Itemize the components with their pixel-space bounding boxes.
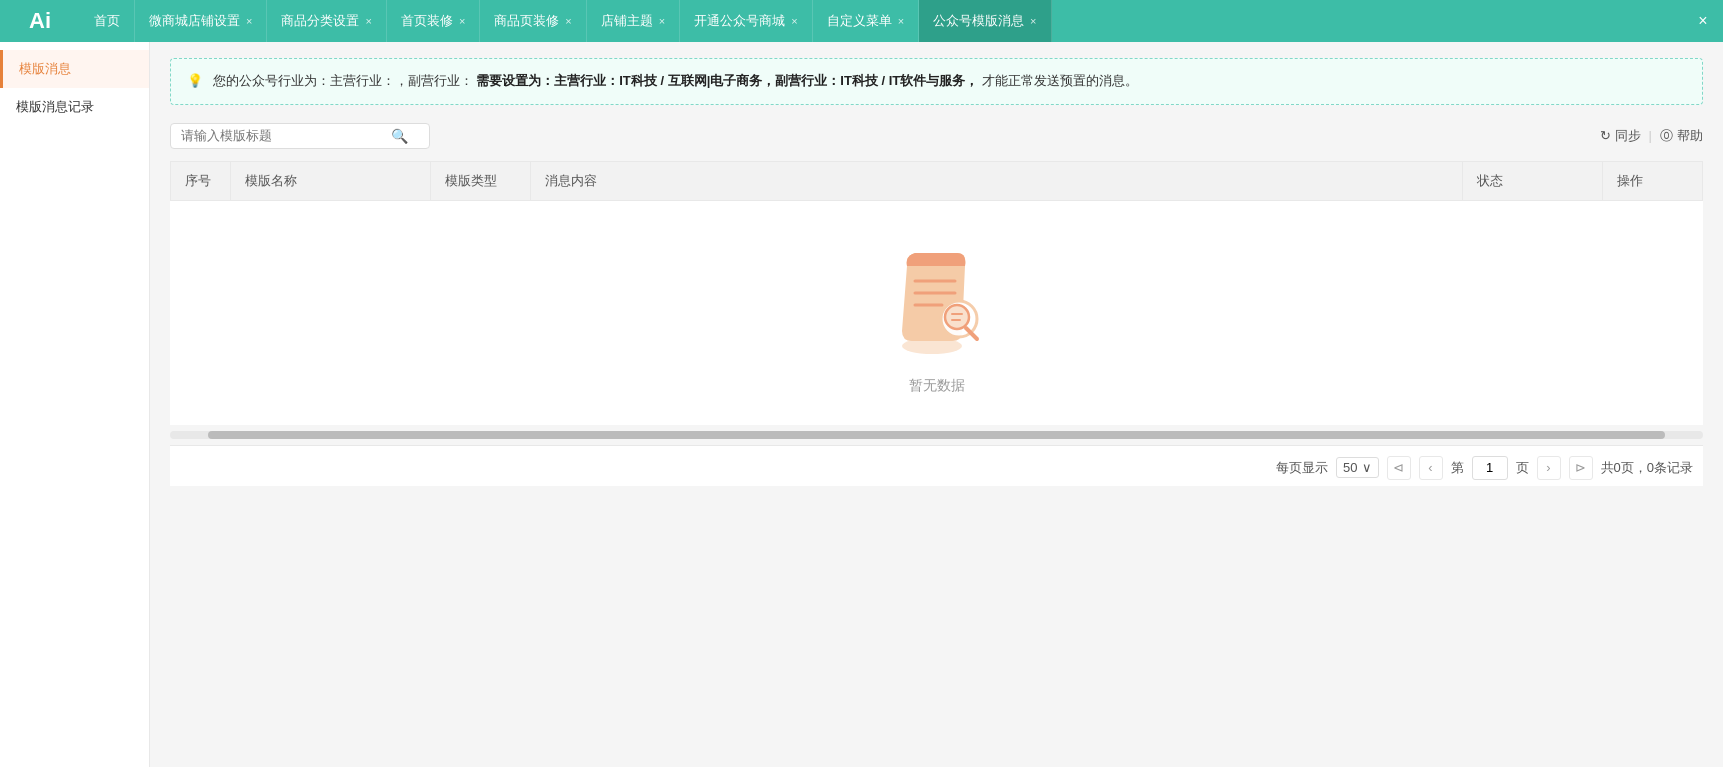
prev-page-button[interactable]: ‹ [1419,456,1443,480]
scrollbar-thumb [208,431,1664,439]
col-header-seq: 序号 [171,161,231,200]
notice-suffix: 才能正常发送预置的消息。 [982,73,1138,88]
last-page-button[interactable]: ⊳ [1569,456,1593,480]
per-page-value: 50 [1343,460,1357,475]
nav-tab-template-msg[interactable]: 公众号模版消息× [919,0,1051,42]
nav-tab-micro-shop[interactable]: 微商城店铺设置× [135,0,267,42]
page-suffix: 页 [1516,459,1529,477]
per-page-label: 每页显示 [1276,459,1328,477]
sidebar-item-template-msg-log[interactable]: 模版消息记录 [0,88,149,126]
search-input[interactable] [181,128,391,143]
main-content: 💡 您的公众号行业为：主营行业：，副营行业： 需要设置为：主营行业：IT科技 /… [150,42,1723,767]
data-table: 序号模版名称模版类型消息内容状态操作 [170,161,1703,201]
empty-icon [877,241,997,361]
toolbar-right: ↻ 同步 | ⓪ 帮助 [1600,127,1703,145]
sync-label: 同步 [1615,127,1641,145]
close-tab-micro-shop[interactable]: × [246,15,252,27]
col-header-action: 操作 [1603,161,1703,200]
table-header-row: 序号模版名称模版类型消息内容状态操作 [171,161,1703,200]
svg-point-5 [945,305,969,329]
pagination: 每页显示 50 ∨ ⊲ ‹ 第 页 › ⊳ 共0页，0条记录 [170,445,1703,486]
page-number-input[interactable] [1472,456,1508,480]
chevron-down-icon: ∨ [1362,460,1372,475]
global-close-button[interactable]: × [1683,0,1723,42]
page-label: 第 [1451,459,1464,477]
close-tab-custom-menu[interactable]: × [898,15,904,27]
col-header-type: 模版类型 [431,161,531,200]
search-input-wrap: 🔍 [170,123,430,149]
nav-tab-home[interactable]: 首页 [80,0,135,42]
table-container: 序号模版名称模版类型消息内容状态操作 [170,161,1703,486]
table-header: 序号模版名称模版类型消息内容状态操作 [171,161,1703,200]
close-tab-shop-theme[interactable]: × [659,15,665,27]
close-tab-template-msg[interactable]: × [1030,15,1036,27]
top-nav: Ai 首页微商城店铺设置×商品分类设置×首页装修×商品页装修×店铺主题×开通公众… [0,0,1723,42]
help-icon: ⓪ [1660,127,1673,145]
notice-highlight: 需要设置为：主营行业：IT科技 / 互联网|电子商务，副营行业：IT科技 / I… [476,73,978,88]
close-tab-product-category[interactable]: × [365,15,371,27]
first-page-button[interactable]: ⊲ [1387,456,1411,480]
sidebar: 模版消息模版消息记录 [0,42,150,767]
nav-tab-custom-menu[interactable]: 自定义菜单× [813,0,919,42]
nav-tabs-container: 首页微商城店铺设置×商品分类设置×首页装修×商品页装修×店铺主题×开通公众号商城… [80,0,1683,42]
nav-tab-product-decoration[interactable]: 商品页装修× [480,0,586,42]
col-header-name: 模版名称 [231,161,431,200]
col-header-status: 状态 [1463,161,1603,200]
toolbar-divider: | [1649,128,1652,143]
close-tab-home-decoration[interactable]: × [459,15,465,27]
col-header-content: 消息内容 [531,161,1463,200]
nav-tab-home-decoration[interactable]: 首页装修× [387,0,480,42]
sync-icon: ↻ [1600,128,1611,143]
empty-text: 暂无数据 [909,377,965,395]
close-tab-open-mall[interactable]: × [791,15,797,27]
nav-tab-product-category[interactable]: 商品分类设置× [267,0,386,42]
sidebar-item-template-msg[interactable]: 模版消息 [0,50,149,88]
nav-tab-shop-theme[interactable]: 店铺主题× [587,0,680,42]
help-button[interactable]: ⓪ 帮助 [1660,127,1703,145]
nav-tab-open-mall[interactable]: 开通公众号商城× [680,0,812,42]
search-bar: 🔍 ↻ 同步 | ⓪ 帮助 [170,123,1703,149]
page-layout: 模版消息模版消息记录 💡 您的公众号行业为：主营行业：，副营行业： 需要设置为：… [0,42,1723,767]
notice-icon: 💡 [187,73,203,88]
close-tab-product-decoration[interactable]: × [565,15,571,27]
notice-box: 💡 您的公众号行业为：主营行业：，副营行业： 需要设置为：主营行业：IT科技 /… [170,58,1703,105]
empty-state: 暂无数据 [170,201,1703,425]
search-icon[interactable]: 🔍 [391,128,408,144]
notice-prefix: 您的公众号行业为：主营行业：，副营行业： [213,73,473,88]
sync-button[interactable]: ↻ 同步 [1600,127,1641,145]
page-total: 共0页，0条记录 [1601,459,1693,477]
help-label: 帮助 [1677,127,1703,145]
app-logo: Ai [0,0,80,42]
per-page-select[interactable]: 50 ∨ [1336,457,1378,478]
next-page-button[interactable]: › [1537,456,1561,480]
scrollbar-track[interactable] [170,431,1703,439]
